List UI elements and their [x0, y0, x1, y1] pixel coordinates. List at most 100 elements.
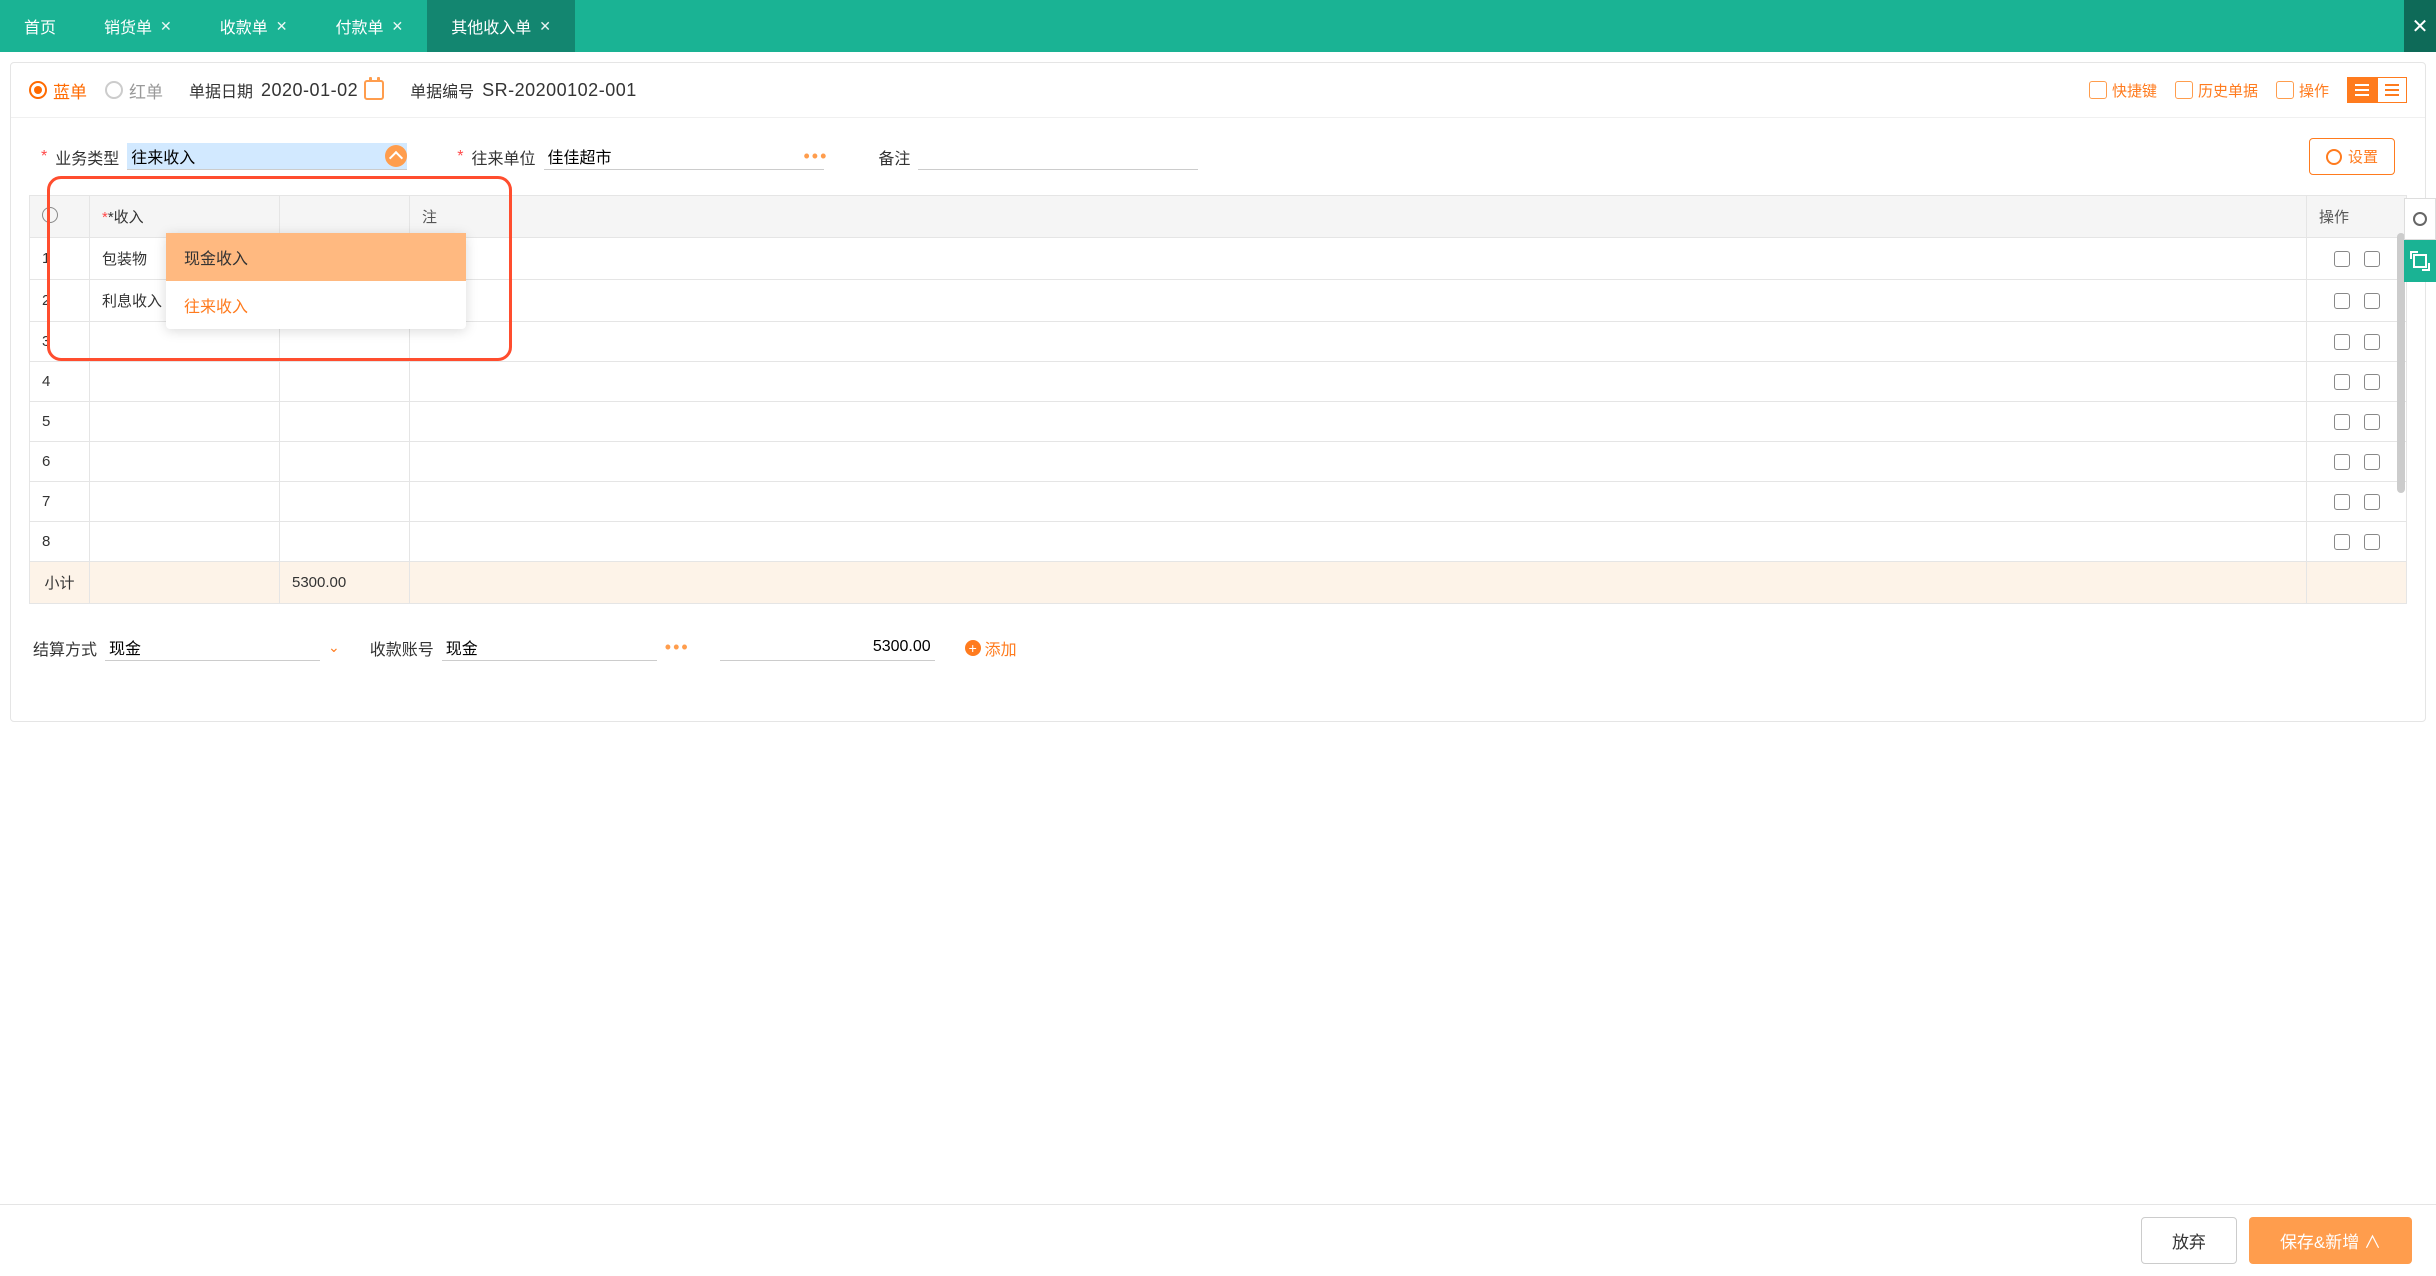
shortcut-button[interactable]: 快捷键	[2089, 80, 2157, 101]
table-row[interactable]: 8	[30, 522, 2407, 562]
delete-icon[interactable]	[2334, 494, 2350, 510]
operations-button[interactable]: 操作	[2276, 80, 2329, 101]
insert-icon[interactable]	[2364, 534, 2380, 550]
amount-cell[interactable]	[280, 522, 410, 562]
remark-input[interactable]	[918, 143, 1198, 170]
delete-icon[interactable]	[2334, 251, 2350, 267]
history-icon	[2175, 81, 2193, 99]
discard-button[interactable]: 放弃	[2141, 1217, 2237, 1264]
field-label: 结算方式	[33, 636, 97, 660]
field-label: 往来单位	[471, 145, 535, 169]
remark-cell[interactable]	[410, 238, 2307, 280]
biz-type-input[interactable]	[127, 143, 407, 170]
close-icon[interactable]: ✕	[276, 18, 288, 35]
label: 历史单据	[2198, 80, 2258, 101]
settings-button[interactable]: 设置	[2309, 138, 2395, 175]
row-number: 4	[30, 362, 90, 402]
close-icon[interactable]: ✕	[539, 18, 551, 35]
remark-cell[interactable]	[410, 482, 2307, 522]
insert-icon[interactable]	[2364, 334, 2380, 350]
tab-label: 付款单	[336, 14, 384, 38]
table-row[interactable]: 5	[30, 402, 2407, 442]
remark-cell[interactable]	[410, 322, 2307, 362]
radio-red[interactable]: 红单	[105, 78, 163, 103]
lookup-icon[interactable]: •••	[804, 146, 829, 167]
delete-icon[interactable]	[2334, 454, 2350, 470]
radio-blue[interactable]: 蓝单	[29, 78, 87, 103]
tab-receipt[interactable]: 收款单✕	[196, 0, 312, 52]
remark-cell[interactable]	[410, 522, 2307, 562]
attachment-button[interactable]	[2404, 198, 2436, 240]
amount-cell[interactable]	[280, 362, 410, 402]
tab-sales[interactable]: 销货单 ✕	[80, 0, 196, 52]
table-row[interactable]: 6	[30, 442, 2407, 482]
close-icon[interactable]: ✕	[392, 18, 404, 35]
delete-icon[interactable]	[2334, 414, 2350, 430]
code-value: SR-20200102-001	[482, 80, 637, 101]
link-icon	[2410, 209, 2430, 229]
bill-type-radio: 蓝单 红单	[29, 78, 163, 103]
expand-icon	[2413, 254, 2427, 268]
col-settings[interactable]	[30, 196, 90, 238]
tab-bar: 首页 销货单 ✕ 收款单✕ 付款单 ✕ 其他收入单 ✕ ✕	[0, 0, 2436, 52]
tab-label: 销货单	[104, 14, 152, 38]
label: 添加	[985, 636, 1017, 660]
dropdown-item-cash[interactable]: 现金收入	[166, 233, 466, 281]
amount-cell[interactable]	[280, 402, 410, 442]
remark-cell[interactable]	[410, 402, 2307, 442]
tab-home[interactable]: 首页	[0, 0, 80, 52]
income-name-cell[interactable]	[90, 362, 280, 402]
footer: 放弃 保存&新增 ∧	[0, 1204, 2436, 1276]
chevron-down-icon[interactable]: ⌄	[328, 639, 340, 656]
tab-label: 其他收入单	[451, 14, 531, 38]
remark-cell[interactable]	[410, 442, 2307, 482]
dropdown-item-credit[interactable]: 往来收入	[166, 281, 466, 329]
income-name-cell[interactable]	[90, 522, 280, 562]
col-remark: 注	[410, 196, 2307, 238]
radio-icon	[29, 81, 47, 99]
close-icon[interactable]: ✕	[160, 18, 172, 35]
income-name-cell[interactable]	[90, 482, 280, 522]
amount-cell[interactable]	[280, 442, 410, 482]
amount-cell[interactable]	[280, 482, 410, 522]
date-label: 单据日期	[189, 78, 253, 102]
view-detail-button[interactable]	[2377, 77, 2407, 103]
delete-icon[interactable]	[2334, 534, 2350, 550]
insert-icon[interactable]	[2364, 454, 2380, 470]
main-panel: 蓝单 红单 单据日期 2020-01-02 单据编号 SR-20200102-0…	[10, 62, 2426, 722]
insert-icon[interactable]	[2364, 494, 2380, 510]
table-row[interactable]: 4	[30, 362, 2407, 402]
tabbar-close-button[interactable]: ✕	[2404, 0, 2436, 52]
tab-payment[interactable]: 付款单 ✕	[312, 0, 428, 52]
delete-icon[interactable]	[2334, 293, 2350, 309]
view-toggle	[2347, 77, 2407, 103]
settlement-row: 结算方式 ⌄ 收款账号 ••• + 添加	[11, 604, 2425, 691]
partner-input[interactable]	[544, 143, 824, 170]
date-value[interactable]: 2020-01-02	[261, 80, 358, 101]
subtotal-label: 小计	[30, 562, 90, 604]
table-row[interactable]: 7	[30, 482, 2407, 522]
tab-other-income[interactable]: 其他收入单 ✕	[427, 0, 575, 52]
save-button[interactable]: 保存&新增 ∧	[2249, 1217, 2412, 1264]
history-button[interactable]: 历史单据	[2175, 80, 2258, 101]
add-settlement-button[interactable]: + 添加	[965, 636, 1017, 660]
income-name-cell[interactable]	[90, 442, 280, 482]
label: 设置	[2348, 146, 2378, 167]
insert-icon[interactable]	[2364, 293, 2380, 309]
row-number: 3	[30, 322, 90, 362]
account-input[interactable]	[442, 634, 657, 661]
settle-method-input[interactable]	[105, 634, 320, 661]
fullscreen-button[interactable]	[2404, 240, 2436, 282]
remark-cell[interactable]	[410, 280, 2307, 322]
amount-input[interactable]	[720, 634, 935, 661]
lookup-icon[interactable]: •••	[665, 637, 690, 658]
insert-icon[interactable]	[2364, 414, 2380, 430]
calendar-icon[interactable]	[364, 80, 384, 100]
remark-cell[interactable]	[410, 362, 2307, 402]
view-list-button[interactable]	[2347, 77, 2377, 103]
income-name-cell[interactable]	[90, 402, 280, 442]
delete-icon[interactable]	[2334, 374, 2350, 390]
insert-icon[interactable]	[2364, 374, 2380, 390]
delete-icon[interactable]	[2334, 334, 2350, 350]
insert-icon[interactable]	[2364, 251, 2380, 267]
